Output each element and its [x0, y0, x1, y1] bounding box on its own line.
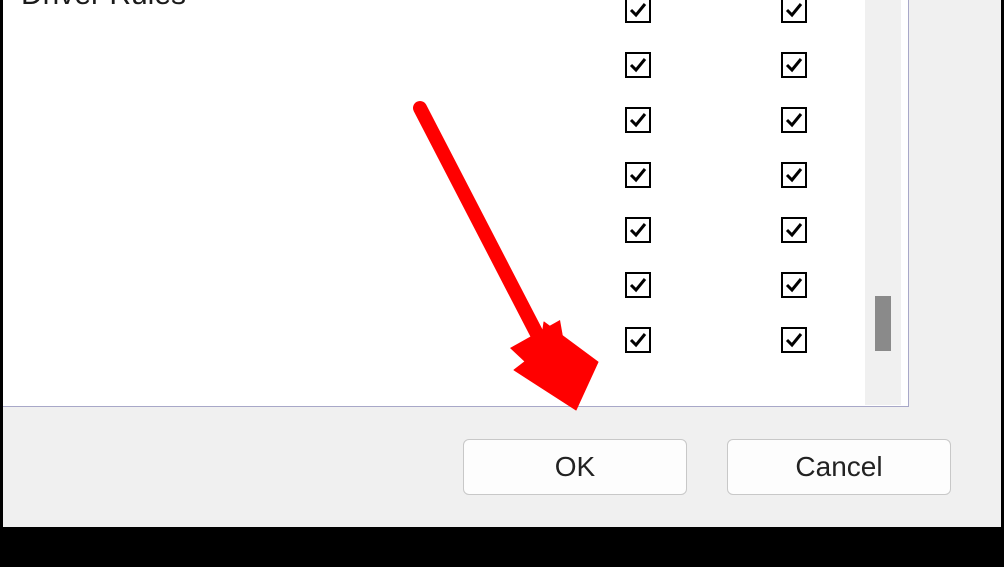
- checkbox-col1[interactable]: [625, 327, 651, 353]
- dialog-window: Driver Rules OK Cancel: [0, 0, 1004, 530]
- checkbox-col2[interactable]: [781, 272, 807, 298]
- checkbox-col1[interactable]: [625, 107, 651, 133]
- checkbox-col1[interactable]: [625, 217, 651, 243]
- content-panel: Driver Rules: [3, 0, 909, 407]
- checkbox-col1[interactable]: [625, 162, 651, 188]
- checkbox-col1[interactable]: [625, 272, 651, 298]
- checkbox-col1[interactable]: [625, 52, 651, 78]
- checkbox-col1[interactable]: [625, 0, 651, 23]
- scrollbar-thumb[interactable]: [875, 296, 891, 351]
- checkbox-col2[interactable]: [781, 107, 807, 133]
- cancel-button[interactable]: Cancel: [727, 439, 951, 495]
- checkbox-col2[interactable]: [781, 217, 807, 243]
- scrollbar-track[interactable]: [865, 0, 901, 405]
- dialog-button-bar: OK Cancel: [3, 407, 1001, 527]
- checkbox-col2[interactable]: [781, 162, 807, 188]
- checkbox-col2[interactable]: [781, 52, 807, 78]
- checkbox-col2[interactable]: [781, 327, 807, 353]
- checkbox-col2[interactable]: [781, 0, 807, 23]
- section-label: Driver Rules: [21, 0, 186, 12]
- ok-button[interactable]: OK: [463, 439, 687, 495]
